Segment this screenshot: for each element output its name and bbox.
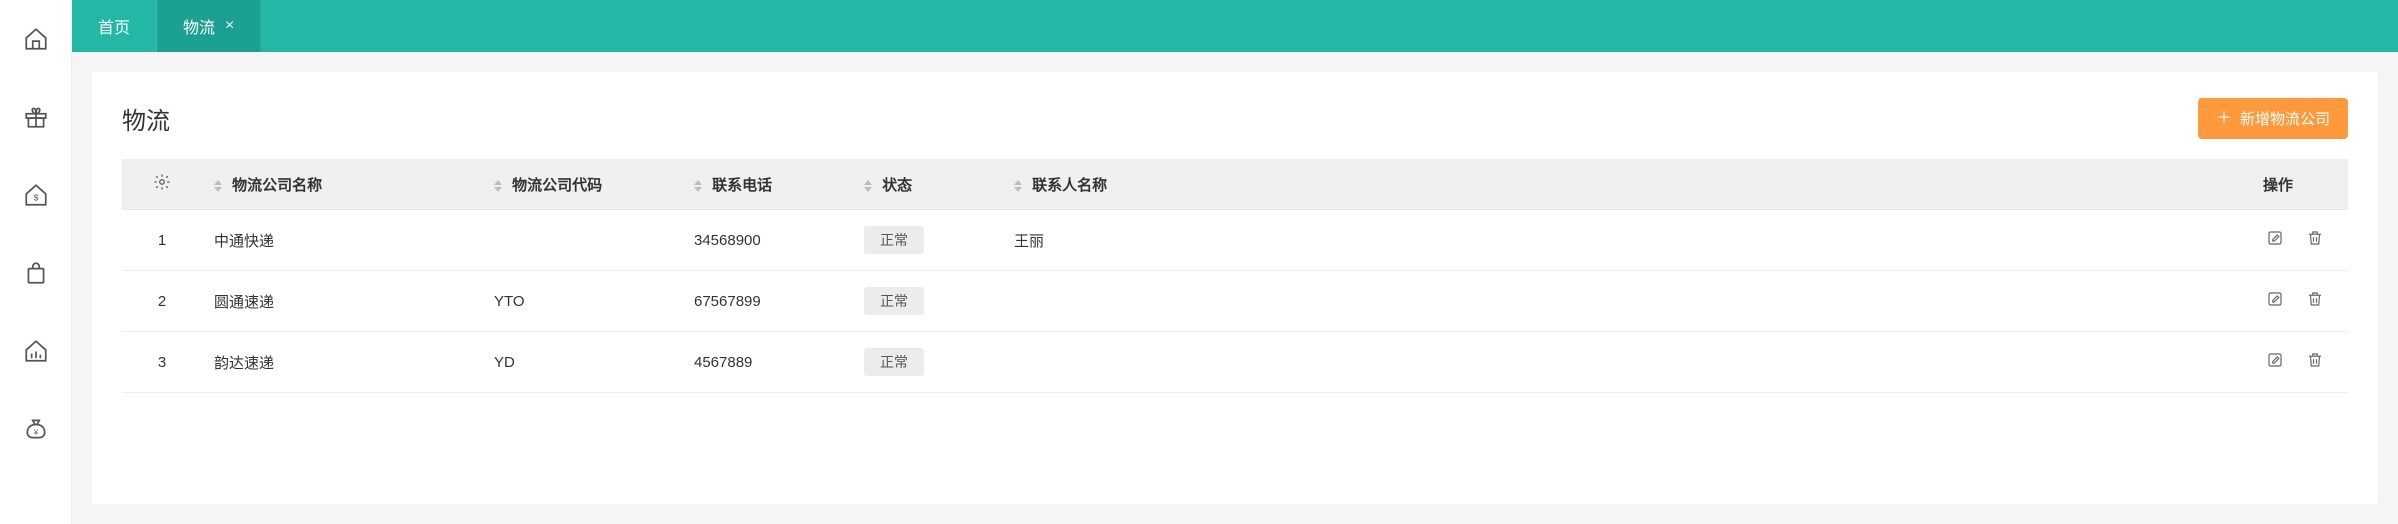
- row-ops: [2208, 210, 2348, 271]
- main-area: 首页 物流 × 物流 ＋ 新增物流公司: [72, 0, 2398, 524]
- edit-icon: [2266, 351, 2284, 373]
- row-contact: 王丽: [1002, 210, 2208, 271]
- sort-icon: [864, 180, 872, 192]
- house-stats-icon: [23, 338, 49, 367]
- row-name: 中通快递: [202, 210, 482, 271]
- edit-button[interactable]: [2262, 288, 2288, 314]
- trash-icon: [2306, 351, 2324, 373]
- row-contact: [1002, 332, 2208, 393]
- col-label: 联系电话: [712, 177, 772, 194]
- logistics-table: 物流公司名称 物流公司代码 联系电话 状态: [122, 159, 2348, 393]
- svg-text:¥: ¥: [33, 427, 38, 436]
- row-index: 3: [122, 332, 202, 393]
- delete-button[interactable]: [2302, 227, 2328, 253]
- sort-icon: [494, 180, 502, 192]
- row-status: 正常: [852, 271, 1002, 332]
- row-ops: [2208, 271, 2348, 332]
- page-title: 物流: [122, 101, 170, 136]
- plus-icon: ＋: [2216, 111, 2232, 127]
- svg-text:$: $: [33, 192, 38, 202]
- row-phone: 34568900: [682, 210, 852, 271]
- page-header: 物流 ＋ 新增物流公司: [122, 98, 2348, 139]
- col-company-name[interactable]: 物流公司名称: [202, 159, 482, 210]
- close-icon[interactable]: ×: [225, 18, 234, 34]
- add-logistics-button[interactable]: ＋ 新增物流公司: [2198, 98, 2348, 139]
- trash-icon: [2306, 290, 2324, 312]
- status-badge: 正常: [864, 287, 924, 315]
- edit-icon: [2266, 290, 2284, 312]
- nav-money-bag[interactable]: ¥: [16, 410, 56, 450]
- tab-home[interactable]: 首页: [72, 0, 157, 52]
- nav-bag[interactable]: [16, 254, 56, 294]
- col-label: 物流公司名称: [232, 177, 322, 194]
- tab-logistics[interactable]: 物流 ×: [157, 0, 261, 52]
- edit-button[interactable]: [2262, 349, 2288, 375]
- trash-icon: [2306, 229, 2324, 251]
- house-dollar-icon: $: [23, 182, 49, 211]
- row-name: 韵达速递: [202, 332, 482, 393]
- sort-icon: [214, 180, 222, 192]
- gear-icon: [153, 178, 171, 195]
- money-bag-icon: ¥: [23, 416, 49, 445]
- table-row: 1 中通快递 34568900 正常 王丽: [122, 210, 2348, 271]
- col-label: 操作: [2263, 177, 2293, 194]
- col-label: 状态: [882, 177, 912, 194]
- row-status: 正常: [852, 332, 1002, 393]
- tab-label: 首页: [98, 14, 130, 38]
- table-row: 3 韵达速递 YD 4567889 正常: [122, 332, 2348, 393]
- row-code: YTO: [482, 271, 682, 332]
- row-phone: 67567899: [682, 271, 852, 332]
- sidebar-rail: $ ¥: [0, 0, 72, 524]
- row-index: 2: [122, 271, 202, 332]
- column-settings[interactable]: [122, 159, 202, 210]
- add-button-label: 新增物流公司: [2240, 108, 2330, 129]
- row-name: 圆通速递: [202, 271, 482, 332]
- row-code: YD: [482, 332, 682, 393]
- tab-bar: 首页 物流 ×: [72, 0, 2398, 52]
- row-status: 正常: [852, 210, 1002, 271]
- page-card: 物流 ＋ 新增物流公司 物流公司名称: [92, 72, 2378, 504]
- col-operations: 操作: [2208, 159, 2348, 210]
- nav-house-dollar[interactable]: $: [16, 176, 56, 216]
- status-badge: 正常: [864, 348, 924, 376]
- status-badge: 正常: [864, 226, 924, 254]
- delete-button[interactable]: [2302, 349, 2328, 375]
- sort-icon: [694, 180, 702, 192]
- home-icon: [23, 26, 49, 55]
- edit-icon: [2266, 229, 2284, 251]
- gift-icon: [23, 104, 49, 133]
- nav-house-stats[interactable]: [16, 332, 56, 372]
- table-row: 2 圆通速递 YTO 67567899 正常: [122, 271, 2348, 332]
- edit-button[interactable]: [2262, 227, 2288, 253]
- delete-button[interactable]: [2302, 288, 2328, 314]
- row-phone: 4567889: [682, 332, 852, 393]
- col-phone[interactable]: 联系电话: [682, 159, 852, 210]
- nav-home[interactable]: [16, 20, 56, 60]
- col-contact[interactable]: 联系人名称: [1002, 159, 2208, 210]
- row-ops: [2208, 332, 2348, 393]
- row-contact: [1002, 271, 2208, 332]
- col-label: 联系人名称: [1032, 177, 1107, 194]
- col-company-code[interactable]: 物流公司代码: [482, 159, 682, 210]
- row-code: [482, 210, 682, 271]
- row-index: 1: [122, 210, 202, 271]
- col-label: 物流公司代码: [512, 177, 602, 194]
- tab-label: 物流: [183, 14, 215, 38]
- sort-icon: [1014, 180, 1022, 192]
- col-status[interactable]: 状态: [852, 159, 1002, 210]
- bag-icon: [23, 260, 49, 289]
- nav-gift[interactable]: [16, 98, 56, 138]
